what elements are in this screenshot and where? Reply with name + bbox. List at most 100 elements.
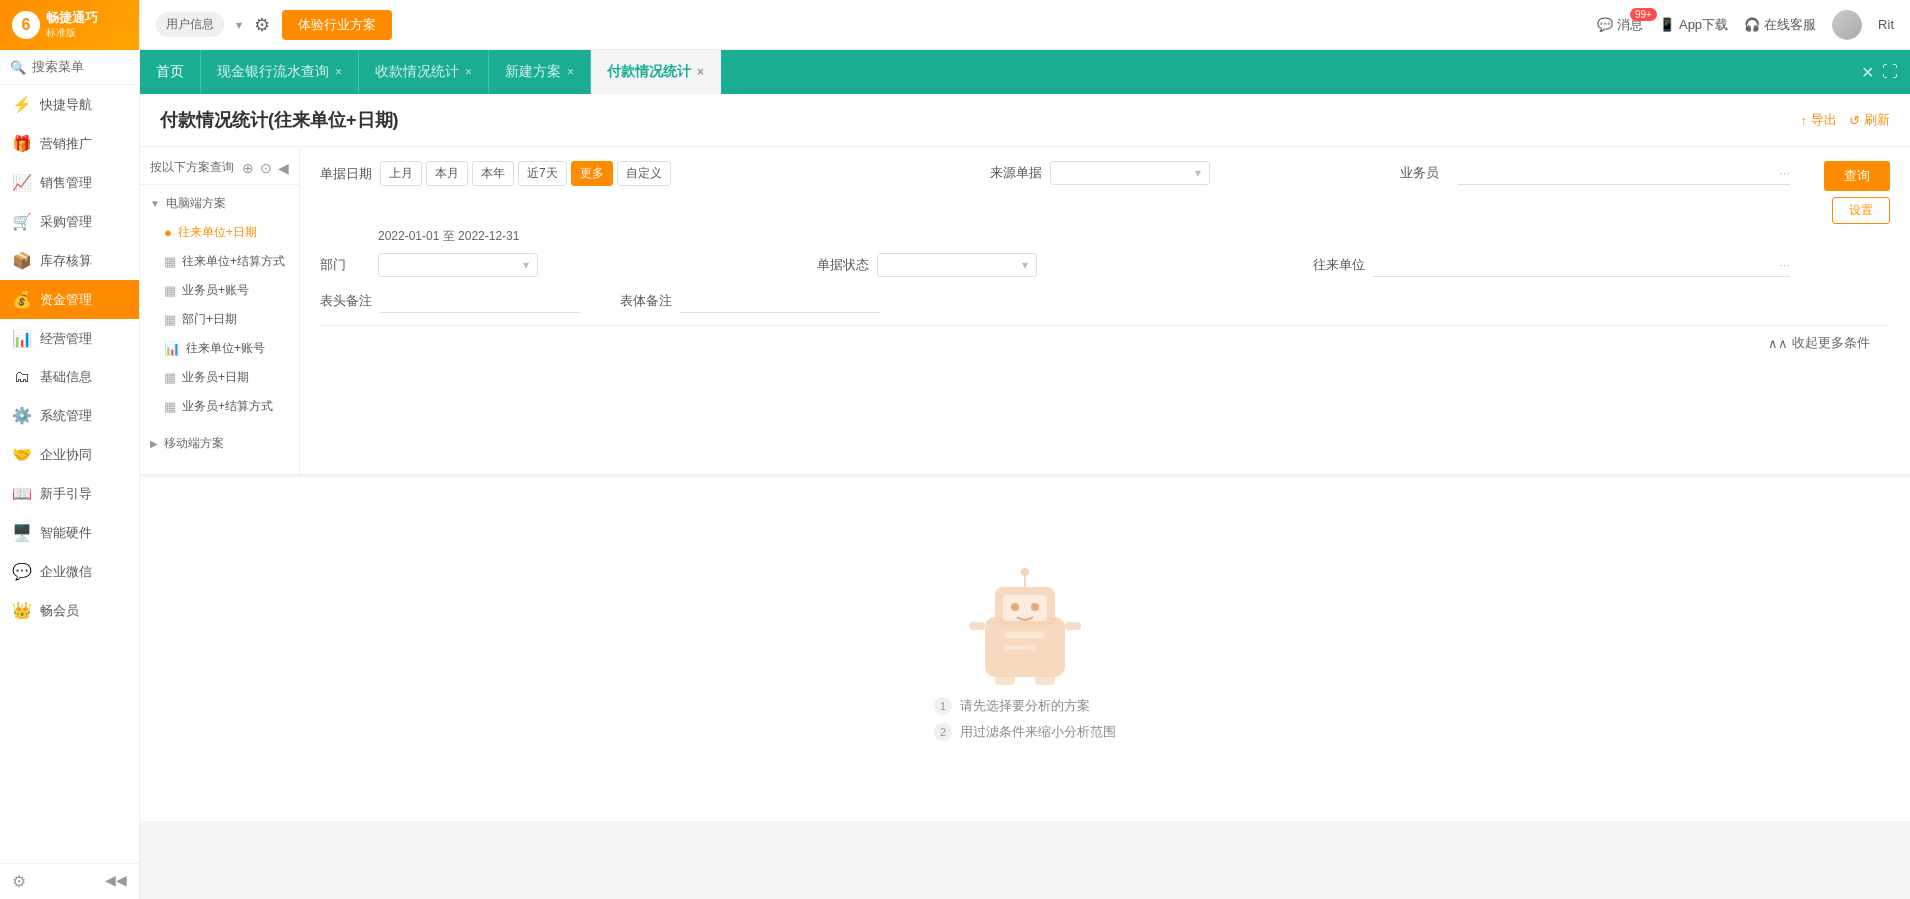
sidebar-item-purchase[interactable]: 🛒 采购管理 <box>0 202 139 241</box>
date-btn-more[interactable]: 更多 <box>571 161 613 186</box>
tab-cashflow-close[interactable]: × <box>335 66 342 78</box>
scheme-group-mobile: ▶ 移动端方案 <box>140 425 299 462</box>
filter-actions: 查询 设置 <box>1810 161 1890 224</box>
tab-payment-close[interactable]: × <box>697 66 704 78</box>
scheme-item-salesperson-date[interactable]: ▦ 业务员+日期 <box>140 363 299 392</box>
scheme-item-partner-account[interactable]: 📊 往来单位+账号 <box>140 334 299 363</box>
scheme-panel-icons: ⊕ ⊙ ◀ <box>242 160 289 176</box>
guide-icon: 📖 <box>12 484 32 503</box>
tip-num-2: 2 <box>934 723 952 741</box>
service-icon: 🎧 <box>1744 17 1760 32</box>
message-icon: 💬 <box>1597 17 1613 32</box>
tab-expand-icon[interactable]: ⛶ <box>1882 63 1898 81</box>
query-button[interactable]: 查询 <box>1824 161 1890 191</box>
sidebar-item-shortcut[interactable]: ⚡ 快捷导航 <box>0 85 139 124</box>
date-btn-last-month[interactable]: 上月 <box>380 161 422 186</box>
scheme-item-label: 业务员+账号 <box>182 282 249 299</box>
tab-newscheme-close[interactable]: × <box>567 66 574 78</box>
message-button[interactable]: 💬 消息 99+ <box>1597 16 1643 34</box>
scheme-item-icon: ▦ <box>164 254 176 269</box>
operation-icon: 📊 <box>12 329 32 348</box>
salesperson-more-icon[interactable]: ··· <box>1779 165 1790 180</box>
sidebar-settings-button[interactable]: ⚙ <box>12 872 26 891</box>
topbar: 用户信息 ▾ ⚙ 体验行业方案 💬 消息 99+ 📱 App下载 🎧 在线客服 … <box>140 0 1910 50</box>
header-note-label: 表头备注 <box>320 292 372 310</box>
scheme-item-partner-payment[interactable]: ▦ 往来单位+结算方式 <box>140 247 299 276</box>
sidebar-item-label: 畅会员 <box>40 602 79 620</box>
sidebar-item-sales[interactable]: 📈 销售管理 <box>0 163 139 202</box>
setting-button[interactable]: 设置 <box>1832 197 1890 224</box>
svg-rect-8 <box>1065 622 1081 630</box>
sidebar-item-basic[interactable]: 🗂 基础信息 <box>0 358 139 396</box>
sidebar-item-guide[interactable]: 📖 新手引导 <box>0 474 139 513</box>
source-select[interactable]: ▾ <box>1050 161 1210 185</box>
filter-row-2: 部门 ▾ 单据状态 ▾ 往来单位 <box>320 253 1890 277</box>
date-btn-7days[interactable]: 近7天 <box>518 161 567 186</box>
sidebar-item-enterprise[interactable]: 🤝 企业协同 <box>0 435 139 474</box>
sidebar-item-system[interactable]: ⚙️ 系统管理 <box>0 396 139 435</box>
sidebar-item-hardware[interactable]: 🖥️ 智能硬件 <box>0 513 139 552</box>
body-note-label: 表体备注 <box>620 292 672 310</box>
scheme-item-dept-date[interactable]: ▦ 部门+日期 <box>140 305 299 334</box>
scheme-group-mobile-header[interactable]: ▶ 移动端方案 <box>140 429 299 458</box>
date-btn-this-year[interactable]: 本年 <box>472 161 514 186</box>
svg-rect-11 <box>1005 632 1045 638</box>
tab-home[interactable]: 首页 <box>140 50 201 94</box>
docstatus-select[interactable]: ▾ <box>877 253 1037 277</box>
app-download-button[interactable]: 📱 App下载 <box>1659 16 1728 34</box>
tab-payment[interactable]: 付款情况统计 × <box>591 50 721 94</box>
date-btn-custom[interactable]: 自定义 <box>617 161 671 186</box>
system-icon: ⚙️ <box>12 406 32 425</box>
dept-label: 部门 <box>320 256 370 274</box>
partner-label: 往来单位 <box>1313 256 1365 274</box>
trial-button[interactable]: 体验行业方案 <box>282 10 392 40</box>
tab-receipt-close[interactable]: × <box>465 66 472 78</box>
header-note-input[interactable] <box>380 289 580 313</box>
search-menu[interactable]: 🔍 搜索菜单 <box>0 50 139 85</box>
avatar[interactable] <box>1832 10 1862 40</box>
body-note-input[interactable] <box>680 289 880 313</box>
sidebar-item-label: 资金管理 <box>40 291 92 309</box>
scheme-item-icon: ▦ <box>164 283 176 298</box>
export-button[interactable]: ↑ 导出 <box>1801 111 1838 129</box>
sidebar-item-inventory[interactable]: 📦 库存核算 <box>0 241 139 280</box>
collapse-btn[interactable]: ∧∧ 收起更多条件 <box>320 325 1890 360</box>
partner-more-icon[interactable]: ··· <box>1779 257 1790 272</box>
enterprise-icon: 🤝 <box>12 445 32 464</box>
collapse-up-icon: ∧∧ <box>1768 336 1788 351</box>
sidebar-item-wechat[interactable]: 💬 企业微信 <box>0 552 139 591</box>
sidebar-collapse-button[interactable]: ◀◀ <box>105 872 127 891</box>
sidebar-item-operation[interactable]: 📊 经营管理 <box>0 319 139 358</box>
user-name: 用户信息 <box>166 16 214 33</box>
sidebar-item-marketing[interactable]: 🎁 营销推广 <box>0 124 139 163</box>
tab-newscheme[interactable]: 新建方案 × <box>489 50 591 94</box>
svg-point-6 <box>1021 568 1029 576</box>
user-info[interactable]: 用户信息 <box>156 12 224 37</box>
svg-rect-9 <box>995 675 1015 685</box>
scheme-group-pc-header[interactable]: ▼ 电脑端方案 <box>140 189 299 218</box>
scheme-item-salesperson-payment[interactable]: ▦ 业务员+结算方式 <box>140 392 299 421</box>
user-dropdown-icon[interactable]: ▾ <box>236 18 242 32</box>
empty-tip-1-text: 请先选择要分析的方案 <box>960 697 1090 715</box>
tab-cashflow[interactable]: 现金银行流水查询 × <box>201 50 359 94</box>
scheme-item-icon: ● <box>164 225 172 240</box>
scheme-panel-title: 按以下方案查询 <box>150 159 234 176</box>
sidebar-logo: 6 畅捷通巧 标准版 <box>0 0 139 50</box>
sidebar-item-member[interactable]: 👑 畅会员 <box>0 591 139 630</box>
scheme-item-salesperson-account[interactable]: ▦ 业务员+账号 <box>140 276 299 305</box>
refresh-button[interactable]: ↺ 刷新 <box>1849 111 1890 129</box>
tab-cashflow-label: 现金银行流水查询 <box>217 63 329 81</box>
date-btn-this-month[interactable]: 本月 <box>426 161 468 186</box>
scheme-item-partner-date[interactable]: ● 往来单位+日期 <box>140 218 299 247</box>
dept-select[interactable]: ▾ <box>378 253 538 277</box>
scheme-add-icon[interactable]: ⊕ <box>242 160 254 176</box>
tab-receipt[interactable]: 收款情况统计 × <box>359 50 489 94</box>
tab-close-all-icon[interactable]: ✕ <box>1861 63 1874 82</box>
scheme-collapse-icon[interactable]: ◀ <box>278 160 289 176</box>
date-range-display: 2022-01-01 至 2022-12-31 <box>378 228 519 245</box>
scheme-panel: 按以下方案查询 ⊕ ⊙ ◀ ▼ 电脑端方案 ● 往来单位+日期 <box>140 147 300 474</box>
topbar-settings-icon[interactable]: ⚙ <box>254 14 270 36</box>
online-service-button[interactable]: 🎧 在线客服 <box>1744 16 1816 34</box>
scheme-settings-icon[interactable]: ⊙ <box>260 160 272 176</box>
sidebar-item-finance[interactable]: 💰 资金管理 <box>0 280 139 319</box>
